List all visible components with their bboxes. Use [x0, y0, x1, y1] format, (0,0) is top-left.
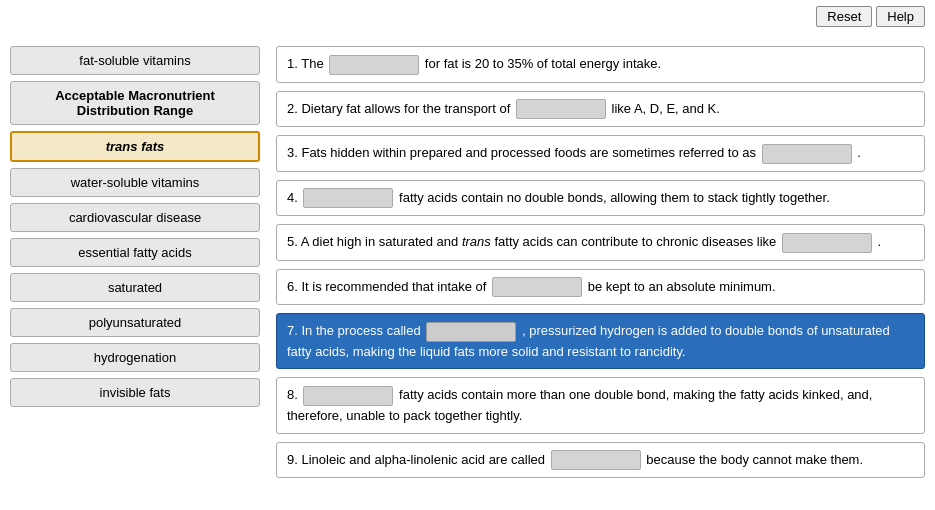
questions-area: 1. The for fat is 20 to 35% of total ene…: [260, 10, 925, 500]
q9-text-after: because the body cannot make them.: [646, 452, 863, 467]
help-button[interactable]: Help: [876, 6, 925, 27]
q6-blank[interactable]: [492, 277, 582, 297]
main-container: Reset Help fat-soluble vitamins Acceptab…: [0, 0, 935, 510]
sidebar-item-fat-soluble-vitamins[interactable]: fat-soluble vitamins: [10, 46, 260, 75]
q2-text-before: 2. Dietary fat allows for the transport …: [287, 101, 514, 116]
question-4: 4. fatty acids contain no double bonds, …: [276, 180, 925, 217]
q3-blank[interactable]: [762, 144, 852, 164]
sidebar-item-water-soluble-vitamins[interactable]: water-soluble vitamins: [10, 168, 260, 197]
q4-text-after: fatty acids contain no double bonds, all…: [399, 190, 830, 205]
q3-text-before: 3. Fats hidden within prepared and proce…: [287, 145, 760, 160]
q2-blank[interactable]: [516, 99, 606, 119]
sidebar: fat-soluble vitamins Acceptable Macronut…: [10, 10, 260, 500]
q8-blank[interactable]: [303, 386, 393, 406]
q1-blank[interactable]: [329, 55, 419, 75]
question-5: 5. A diet high in saturated and trans fa…: [276, 224, 925, 261]
question-3: 3. Fats hidden within prepared and proce…: [276, 135, 925, 172]
top-buttons: Reset Help: [816, 6, 925, 27]
q9-text-before: 9. Linoleic and alpha-linolenic acid are…: [287, 452, 549, 467]
q6-text-before: 6. It is recommended that intake of: [287, 279, 490, 294]
sidebar-item-polyunsaturated[interactable]: polyunsaturated: [10, 308, 260, 337]
question-9: 9. Linoleic and alpha-linolenic acid are…: [276, 442, 925, 479]
q7-blank[interactable]: [426, 322, 516, 342]
q5-text-before: 5. A diet high in saturated and trans fa…: [287, 234, 780, 249]
sidebar-item-hydrogenation[interactable]: hydrogenation: [10, 343, 260, 372]
reset-button[interactable]: Reset: [816, 6, 872, 27]
q1-text-before: 1. The: [287, 56, 327, 71]
sidebar-item-acceptable-macronutrient[interactable]: Acceptable Macronutrient Distribution Ra…: [10, 81, 260, 125]
q7-text-before: 7. In the process called: [287, 323, 424, 338]
question-1: 1. The for fat is 20 to 35% of total ene…: [276, 46, 925, 83]
q9-blank[interactable]: [551, 450, 641, 470]
q4-blank[interactable]: [303, 188, 393, 208]
q8-number: 8.: [287, 387, 301, 402]
q2-text-after: like A, D, E, and K.: [612, 101, 720, 116]
sidebar-item-invisible-fats[interactable]: invisible fats: [10, 378, 260, 407]
question-7: 7. In the process called , pressurized h…: [276, 313, 925, 369]
question-2: 2. Dietary fat allows for the transport …: [276, 91, 925, 128]
q5-text-after: .: [878, 234, 882, 249]
q5-blank[interactable]: [782, 233, 872, 253]
q3-text-after: .: [857, 145, 861, 160]
sidebar-item-trans-fats[interactable]: trans fats: [10, 131, 260, 162]
q1-text-after: for fat is 20 to 35% of total energy int…: [425, 56, 661, 71]
sidebar-item-essential-fatty-acids[interactable]: essential fatty acids: [10, 238, 260, 267]
q4-number: 4.: [287, 190, 301, 205]
q6-text-after: be kept to an absolute minimum.: [588, 279, 776, 294]
question-8: 8. fatty acids contain more than one dou…: [276, 377, 925, 433]
question-6: 6. It is recommended that intake of be k…: [276, 269, 925, 306]
sidebar-item-cardiovascular-disease[interactable]: cardiovascular disease: [10, 203, 260, 232]
sidebar-item-saturated[interactable]: saturated: [10, 273, 260, 302]
